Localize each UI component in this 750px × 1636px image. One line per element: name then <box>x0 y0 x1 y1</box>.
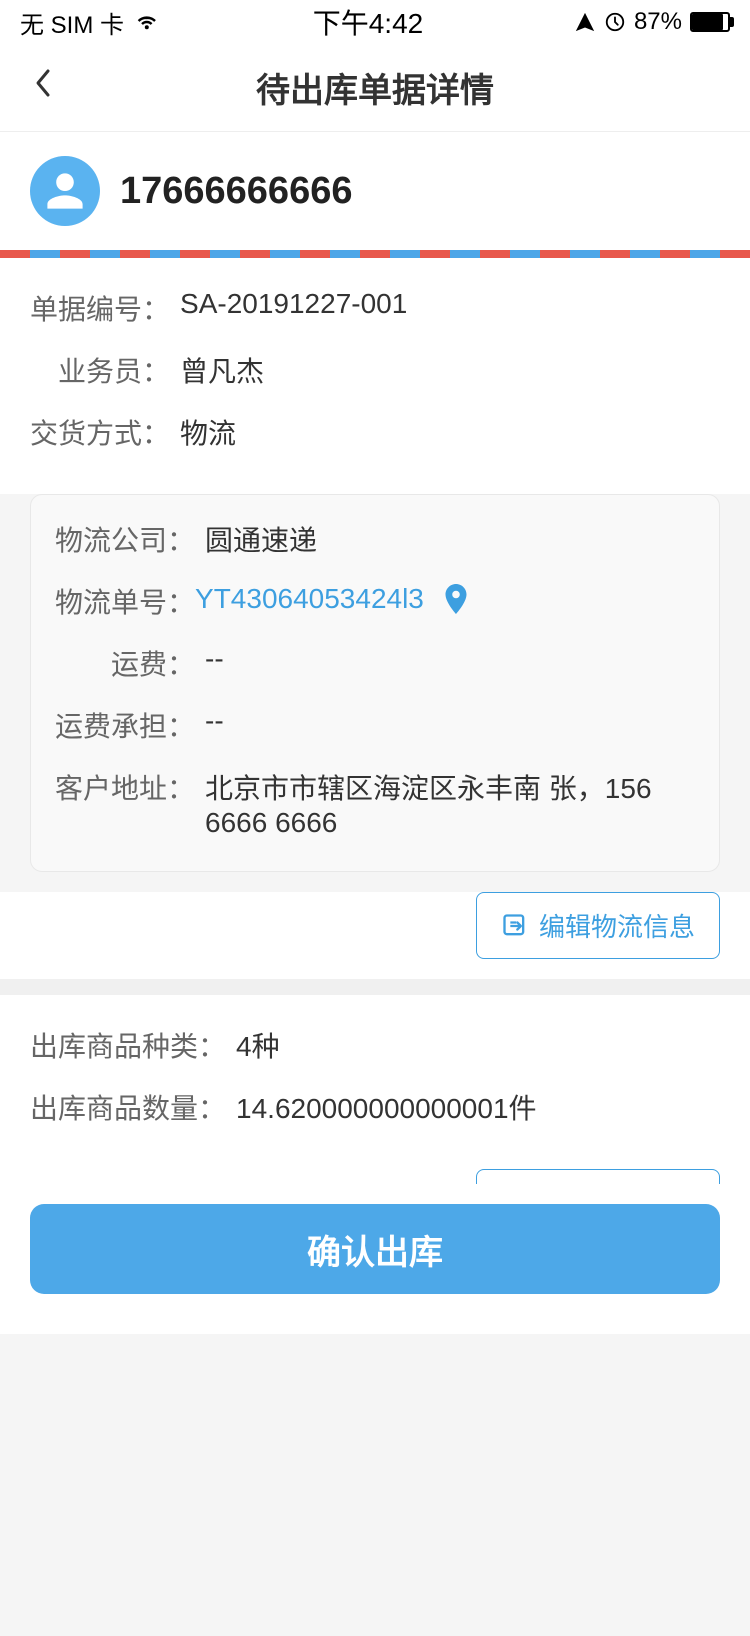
freight-value: -- <box>205 643 695 675</box>
carrier-text: 无 SIM 卡 <box>20 5 124 40</box>
freight-label: 运费： <box>55 643 195 683</box>
order-no-row: 单据编号： SA-20191227-001 <box>30 288 720 328</box>
dashed-divider <box>0 250 750 258</box>
tracking-row: YT43064053424l3 <box>195 581 474 617</box>
gray-divider-1 <box>0 979 750 995</box>
address-row: 客户地址： 北京市市辖区海淀区永丰南 张，156 6666 6666 <box>55 767 695 839</box>
customer-header: 17666666666 <box>0 132 750 250</box>
goods-types-row: 出库商品种类： 4种 <box>30 1025 720 1065</box>
nav-bar: 待出库单据详情 <box>0 44 750 132</box>
location-arrow-icon <box>574 11 596 33</box>
address-value: 北京市市辖区海淀区永丰南 张，156 6666 6666 <box>205 767 695 839</box>
goods-quantity-label: 出库商品数量： <box>30 1087 226 1127</box>
location-pin-icon[interactable] <box>438 581 474 617</box>
goods-section: 出库商品种类： 4种 出库商品数量： 14.620000000000001件 <box>0 995 750 1169</box>
order-no-label: 单据编号： <box>30 288 170 328</box>
logistics-tracking-label: 物流单号： <box>55 581 195 621</box>
staff-value: 曾凡杰 <box>180 350 720 390</box>
wifi-icon <box>134 12 162 32</box>
logistics-company-value: 圆通速递 <box>205 519 695 559</box>
logistics-card: 物流公司： 圆通速递 物流单号： YT43064053424l3 运费： -- … <box>30 494 720 872</box>
clock-icon <box>604 11 626 33</box>
battery-icon <box>690 12 730 32</box>
status-bar-time: 下午4:42 <box>313 2 424 42</box>
status-bar-left: 无 SIM 卡 <box>20 5 162 40</box>
edit-icon <box>501 912 529 940</box>
user-icon <box>43 169 87 213</box>
freight-bearer-row: 运费承担： -- <box>55 705 695 745</box>
staff-row: 业务员： 曾凡杰 <box>30 350 720 390</box>
order-info-section: 单据编号： SA-20191227-001 业务员： 曾凡杰 交货方式： 物流 <box>0 258 750 494</box>
logistics-tracking-row: 物流单号： YT43064053424l3 <box>55 581 695 621</box>
freight-bearer-value: -- <box>205 705 695 737</box>
address-label: 客户地址： <box>55 767 195 807</box>
confirm-outbound-button[interactable]: 确认出库 <box>30 1204 720 1294</box>
confirm-btn-label: 确认出库 <box>307 1225 443 1274</box>
edit-btn-label: 编辑物流信息 <box>539 907 695 944</box>
delivery-row: 交货方式： 物流 <box>30 412 720 452</box>
freight-bearer-label: 运费承担： <box>55 705 195 745</box>
battery-percent: 87% <box>634 8 682 36</box>
status-bar: 无 SIM 卡 下午4:42 87% <box>0 0 750 44</box>
edit-btn-row: 编辑物流信息 <box>0 892 750 979</box>
staff-label: 业务员： <box>30 350 170 390</box>
freight-row: 运费： -- <box>55 643 695 683</box>
delivery-label: 交货方式： <box>30 412 170 452</box>
goods-types-value: 4种 <box>236 1025 280 1065</box>
edit-logistics-button[interactable]: 编辑物流信息 <box>476 892 720 959</box>
logistics-company-label: 物流公司： <box>55 519 195 559</box>
delivery-value: 物流 <box>180 412 720 452</box>
tracking-number: YT43064053424l3 <box>195 583 424 615</box>
avatar <box>30 156 100 226</box>
page-title: 待出库单据详情 <box>256 63 494 112</box>
customer-phone: 17666666666 <box>120 170 352 213</box>
confirm-btn-wrapper: 确认出库 <box>0 1184 750 1334</box>
goods-quantity-row: 出库商品数量： 14.620000000000001件 <box>30 1087 720 1127</box>
order-no-value: SA-20191227-001 <box>180 288 720 320</box>
back-button[interactable] <box>30 61 58 114</box>
status-bar-right: 87% <box>574 8 730 36</box>
goods-quantity-value: 14.620000000000001件 <box>236 1087 537 1127</box>
logistics-company-row: 物流公司： 圆通速递 <box>55 519 695 559</box>
goods-types-label: 出库商品种类： <box>30 1025 226 1065</box>
